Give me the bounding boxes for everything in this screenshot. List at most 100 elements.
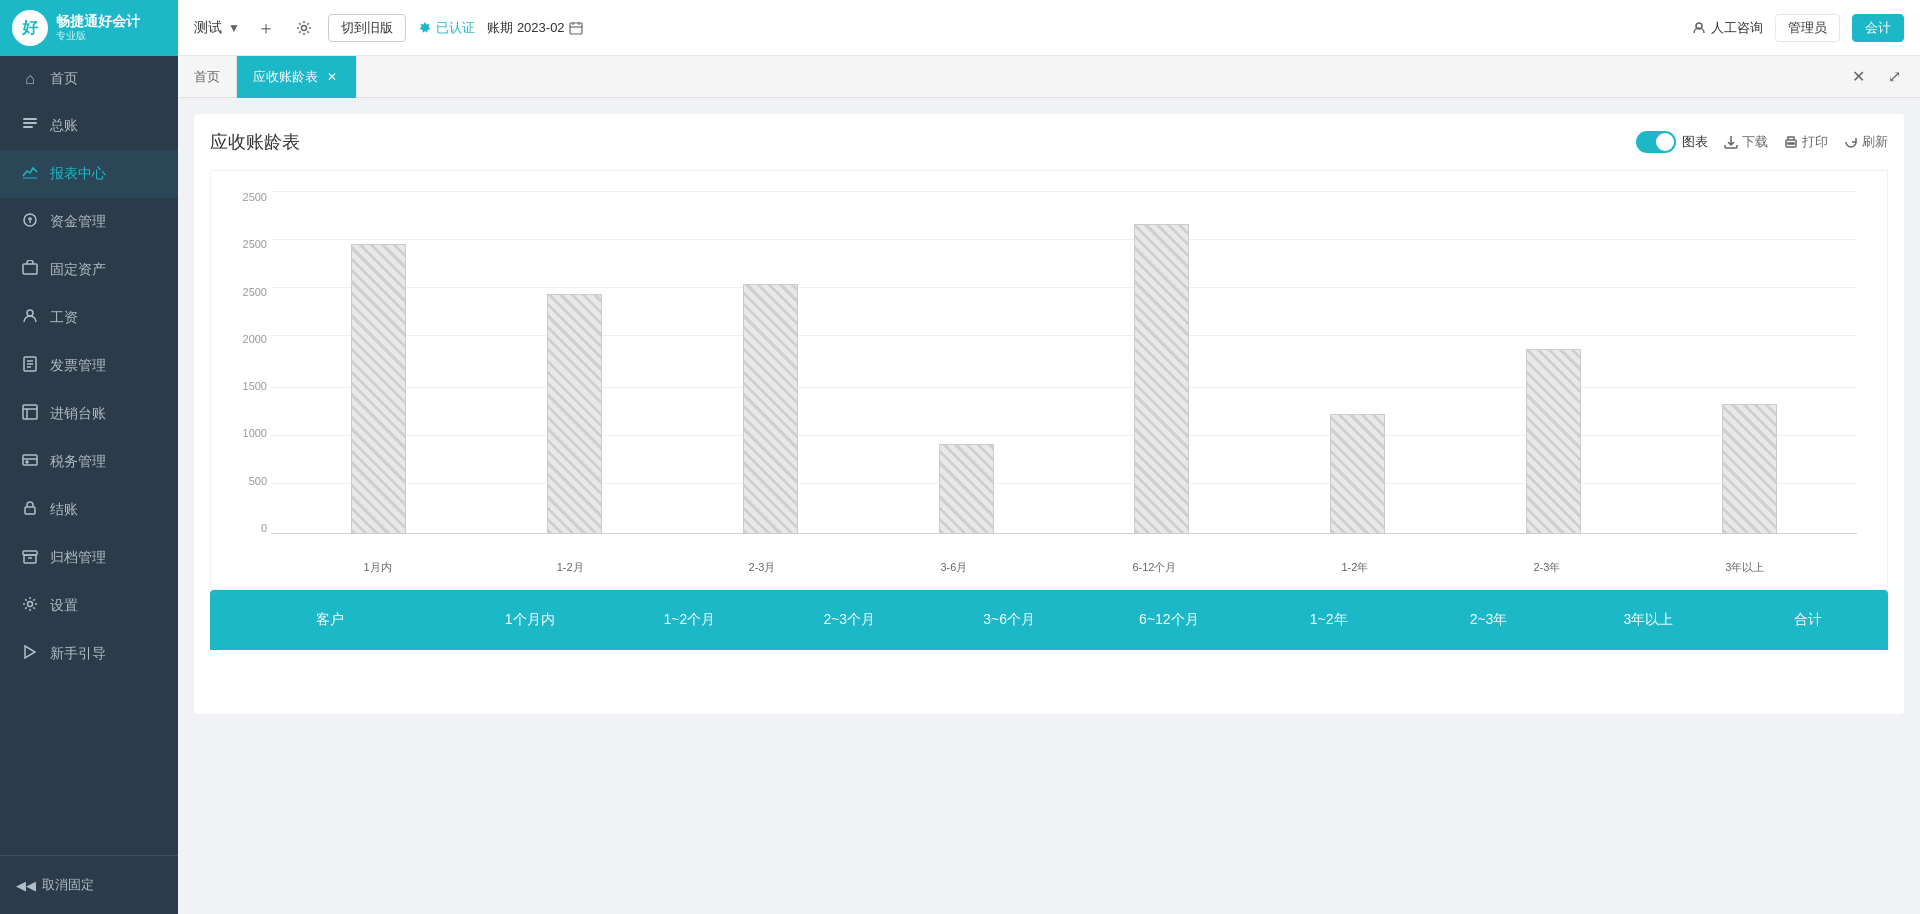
svg-rect-5: [23, 264, 37, 274]
bar-group: [939, 444, 994, 534]
tab-home[interactable]: 首页: [178, 56, 237, 98]
sidebar-item-ledger[interactable]: 总账: [0, 102, 178, 150]
old-version-button[interactable]: 切到旧版: [328, 14, 406, 42]
download-button[interactable]: 下载: [1724, 133, 1768, 151]
bar-12month: [547, 294, 602, 534]
svg-rect-17: [25, 507, 35, 514]
svg-rect-1: [23, 122, 37, 124]
sidebar-item-closing[interactable]: 结账: [0, 486, 178, 534]
download-icon: [1724, 135, 1738, 149]
x-label-6: 1-2年: [1341, 560, 1368, 575]
consult-button[interactable]: 人工咨询: [1691, 19, 1763, 37]
expand-window-button[interactable]: ⤢: [1880, 63, 1908, 91]
unpin-icon: ◀◀: [16, 878, 36, 893]
close-tab-icon[interactable]: ✕: [324, 69, 340, 85]
tab-ar-aging[interactable]: 应收账龄表 ✕: [237, 56, 357, 98]
archive-icon: [20, 548, 40, 568]
bar-3plus-year: [1722, 404, 1777, 534]
sidebar-item-label: 资金管理: [50, 213, 106, 231]
invoice-icon: [20, 356, 40, 376]
bar-group: [1722, 404, 1777, 534]
sidebar-item-invoice[interactable]: 发票管理: [0, 342, 178, 390]
table-col-23year: 2~3年: [1409, 611, 1569, 629]
sidebar-bottom: ◀◀ 取消固定: [0, 855, 178, 914]
closing-icon: [20, 500, 40, 520]
bar-group: [351, 244, 406, 534]
tax-icon: [20, 452, 40, 472]
topbar-settings-button[interactable]: [290, 14, 318, 42]
svg-rect-2: [23, 126, 33, 128]
print-button[interactable]: 打印: [1784, 133, 1828, 151]
sidebar-item-label: 税务管理: [50, 453, 106, 471]
sidebar-item-label: 归档管理: [50, 549, 106, 567]
bar-36month: [939, 444, 994, 534]
svg-rect-30: [1788, 143, 1794, 144]
home-icon: ⌂: [20, 70, 40, 88]
tabbar-window-controls: ✕ ⤢: [1844, 63, 1920, 91]
refresh-icon: [1844, 135, 1858, 149]
calendar-icon: [569, 21, 583, 35]
sidebar-item-settings[interactable]: 设置: [0, 582, 178, 630]
svg-rect-11: [23, 405, 37, 419]
x-label-1: 1月内: [364, 560, 392, 575]
svg-rect-24: [570, 23, 582, 34]
sidebar-item-label: 设置: [50, 597, 78, 615]
topbar: 测试 ▼ ＋ 切到旧版 已认证 账期 2023-02: [178, 0, 1920, 56]
x-label-8: 3年以上: [1725, 560, 1764, 575]
main-area: 测试 ▼ ＋ 切到旧版 已认证 账期 2023-02: [178, 0, 1920, 914]
bars-container: [271, 191, 1857, 534]
bar-group: [547, 294, 602, 534]
bar-group: [1330, 414, 1385, 534]
sidebar-item-guide[interactable]: 新手引导: [0, 630, 178, 678]
table-col-612month: 6~12个月: [1089, 611, 1249, 629]
bar-group: [1134, 224, 1189, 534]
page-header: 应收账龄表 图表 下载 打印: [210, 130, 1888, 154]
project-selector[interactable]: 测试 ▼: [194, 19, 240, 37]
chart-toggle-switch[interactable]: [1636, 131, 1676, 153]
close-window-button[interactable]: ✕: [1844, 63, 1872, 91]
table-col-12year: 1~2年: [1249, 611, 1409, 629]
sidebar-item-capital[interactable]: 资金管理: [0, 198, 178, 246]
manager-button[interactable]: 管理员: [1775, 14, 1840, 42]
bar-612month: [1134, 224, 1189, 534]
sidebar-item-salary[interactable]: 工资: [0, 294, 178, 342]
sidebar-item-tax[interactable]: 税务管理: [0, 438, 178, 486]
chart-area: 2500 2500 2500 2000 1500 1000 500 0: [210, 170, 1888, 590]
add-project-button[interactable]: ＋: [252, 14, 280, 42]
reports-icon: [20, 164, 40, 184]
bar-1month: [351, 244, 406, 534]
sidebar-item-label: 进销台账: [50, 405, 106, 423]
svg-point-16: [26, 461, 28, 463]
table-col-12month: 1~2个月: [610, 611, 770, 629]
sidebar-item-assets[interactable]: 固定资产: [0, 246, 178, 294]
project-name: 测试: [194, 19, 222, 37]
table-col-total: 合计: [1728, 611, 1888, 629]
sidebar-item-label: 首页: [50, 70, 78, 88]
accountant-button[interactable]: 会计: [1852, 14, 1904, 42]
chart-toggle-group: 图表: [1636, 131, 1708, 153]
cancel-fix-button[interactable]: ◀◀ 取消固定: [0, 866, 178, 904]
bar-23year: [1526, 349, 1581, 534]
ledger-icon: [20, 116, 40, 136]
chart-toggle-label: 图表: [1682, 133, 1708, 151]
x-axis: 1月内 1-2月 2-3月 3-6月 6-12个月 1-2年 2-3年 3年以上: [271, 560, 1857, 575]
salary-icon: [20, 308, 40, 328]
sidebar-item-home[interactable]: ⌂ 首页: [0, 56, 178, 102]
table-col-23month: 2~3个月: [769, 611, 929, 629]
x-label-3: 2-3月: [749, 560, 776, 575]
refresh-button[interactable]: 刷新: [1844, 133, 1888, 151]
bar-23month: [743, 284, 798, 534]
page-actions: 图表 下载 打印 刷新: [1636, 131, 1888, 153]
table-col-1month: 1个月内: [450, 611, 610, 629]
table-col-3plus: 3年以上: [1568, 611, 1728, 629]
sidebar-item-label: 报表中心: [50, 165, 106, 183]
sidebar-item-reports[interactable]: 报表中心: [0, 150, 178, 198]
app-logo-icon: 好: [12, 10, 48, 46]
chevron-down-icon: ▼: [228, 21, 240, 35]
sidebar-item-archive[interactable]: 归档管理: [0, 534, 178, 582]
sidebar-nav: ⌂ 首页 总账 报表中心 资金管理 固定资产: [0, 56, 178, 855]
sidebar-item-label: 发票管理: [50, 357, 106, 375]
sidebar-item-sales[interactable]: 进销台账: [0, 390, 178, 438]
tabbar: 首页 应收账龄表 ✕ ✕ ⤢: [178, 56, 1920, 98]
main-content: 应收账龄表 图表 下载 打印: [178, 98, 1920, 914]
